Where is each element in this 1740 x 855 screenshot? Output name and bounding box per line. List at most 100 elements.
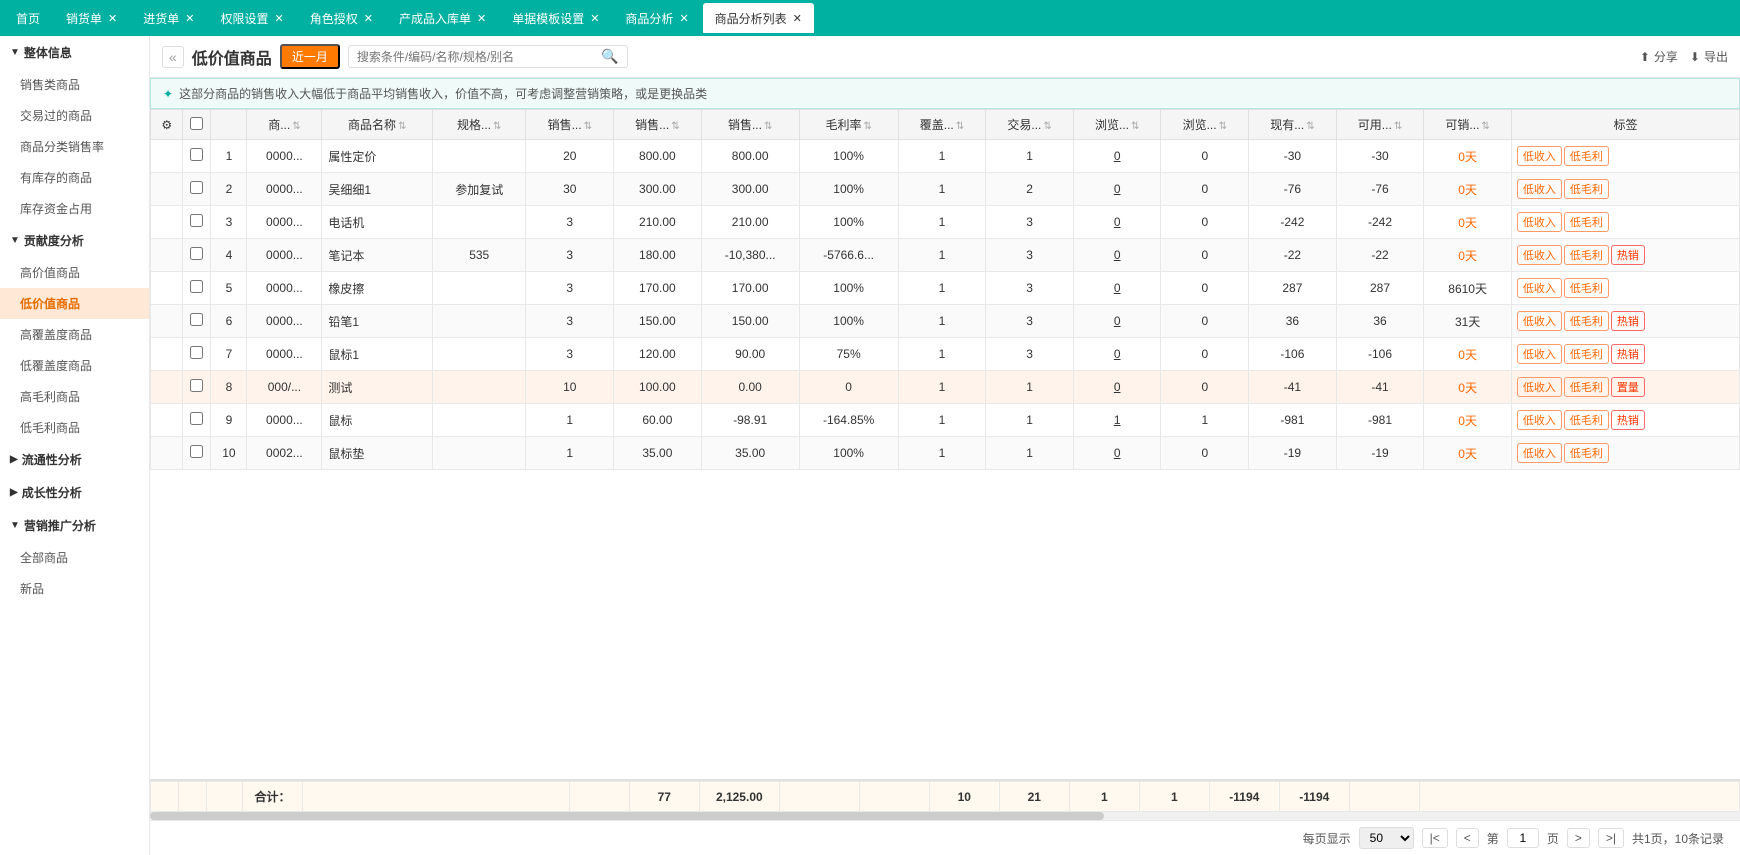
- tab-goods-analysis[interactable]: 商品分析 ✕: [613, 3, 700, 33]
- first-page-button[interactable]: |<: [1422, 828, 1448, 848]
- cover-col-header[interactable]: 覆盖...⇅: [898, 110, 986, 140]
- period-button[interactable]: 近一月: [280, 44, 340, 69]
- row-browse1[interactable]: 0: [1073, 371, 1161, 404]
- row-checkbox[interactable]: [183, 404, 211, 437]
- share-button[interactable]: ⬆ 分享: [1640, 48, 1678, 65]
- close-icon[interactable]: ✕: [364, 12, 373, 25]
- sidebar-item-category-sales-rate[interactable]: 商品分类销售率: [0, 131, 149, 162]
- page-size-select[interactable]: 50 100: [1359, 827, 1414, 849]
- row-browse1[interactable]: 0: [1073, 206, 1161, 239]
- row-checkbox[interactable]: [183, 338, 211, 371]
- last-page-button[interactable]: >|: [1598, 828, 1624, 848]
- tab-finished-goods[interactable]: 产成品入库单 ✕: [387, 3, 498, 33]
- sidebar-item-inventory-funds[interactable]: 库存资金占用: [0, 193, 149, 224]
- sidebar-section-growth[interactable]: ▶ 成长性分析: [0, 476, 149, 509]
- name-col-header[interactable]: 商品名称⇅: [322, 110, 433, 140]
- browse1-link[interactable]: 0: [1114, 215, 1121, 229]
- trade-col-header[interactable]: 交易...⇅: [986, 110, 1074, 140]
- checkbox-col-header[interactable]: [183, 110, 211, 140]
- sidebar-item-stock-goods[interactable]: 有库存的商品: [0, 162, 149, 193]
- row-browse1[interactable]: 0: [1073, 338, 1161, 371]
- row-browse1[interactable]: 1: [1073, 404, 1161, 437]
- sidebar-item-traded-goods[interactable]: 交易过的商品: [0, 100, 149, 131]
- tab-template-settings[interactable]: 单据模板设置 ✕: [500, 3, 611, 33]
- table-container[interactable]: ⚙ 商...⇅ 商品名称⇅ 规格...⇅ 销售...⇅ 销售...⇅ 销售...…: [150, 109, 1740, 779]
- sidebar-section-circulation[interactable]: ▶ 流通性分析: [0, 443, 149, 476]
- settings-col-header[interactable]: ⚙: [151, 110, 183, 140]
- close-icon[interactable]: ✕: [108, 12, 117, 25]
- close-icon[interactable]: ✕: [477, 12, 486, 25]
- available-col-header[interactable]: 可用...⇅: [1336, 110, 1424, 140]
- row-browse1[interactable]: 0: [1073, 437, 1161, 470]
- sidebar-section-marketing[interactable]: ▼ 营销推广分析: [0, 509, 149, 542]
- sidebar-item-sales-goods[interactable]: 销售类商品: [0, 69, 149, 100]
- select-all-checkbox[interactable]: [190, 117, 203, 130]
- tab-home[interactable]: 首页: [4, 3, 52, 33]
- row-checkbox[interactable]: [183, 206, 211, 239]
- code-col-header[interactable]: 商...⇅: [247, 110, 322, 140]
- close-icon[interactable]: ✕: [185, 12, 194, 25]
- row-checkbox[interactable]: [183, 239, 211, 272]
- next-page-button[interactable]: >: [1567, 828, 1590, 848]
- row-browse1[interactable]: 0: [1073, 305, 1161, 338]
- tab-role-auth[interactable]: 角色授权 ✕: [298, 3, 385, 33]
- current-stock-col-header[interactable]: 现有...⇅: [1249, 110, 1337, 140]
- browse1-link[interactable]: 0: [1114, 281, 1121, 295]
- browse1-link[interactable]: 0: [1114, 446, 1121, 460]
- sidebar-item-all-goods[interactable]: 全部商品: [0, 542, 149, 573]
- tab-purchase-order[interactable]: 进货单 ✕: [131, 3, 206, 33]
- browse1-link[interactable]: 0: [1114, 380, 1121, 394]
- sales-amt-col-header[interactable]: 销售...⇅: [614, 110, 702, 140]
- sidebar-item-high-margin[interactable]: 高毛利商品: [0, 381, 149, 412]
- browse2-col-header[interactable]: 浏览...⇅: [1161, 110, 1249, 140]
- row-checkbox-input[interactable]: [190, 280, 203, 293]
- sidebar-section-overall[interactable]: ▼ 整体信息: [0, 36, 149, 69]
- browse1-link[interactable]: 1: [1114, 413, 1121, 427]
- row-checkbox[interactable]: [183, 371, 211, 404]
- sidebar-item-high-coverage[interactable]: 高覆盖度商品: [0, 319, 149, 350]
- sidebar-section-contribution[interactable]: ▼ 贡献度分析: [0, 224, 149, 257]
- sidebar-item-low-margin[interactable]: 低毛利商品: [0, 412, 149, 443]
- browse1-link[interactable]: 0: [1114, 182, 1121, 196]
- browse1-col-header[interactable]: 浏览...⇅: [1073, 110, 1161, 140]
- tab-permission-settings[interactable]: 权限设置 ✕: [208, 3, 295, 33]
- row-browse1[interactable]: 0: [1073, 239, 1161, 272]
- page-input[interactable]: [1507, 828, 1539, 848]
- row-checkbox-input[interactable]: [190, 379, 203, 392]
- search-input[interactable]: [357, 50, 598, 64]
- sidebar-item-high-value[interactable]: 高价值商品: [0, 257, 149, 288]
- spec-col-header[interactable]: 规格...⇅: [432, 110, 526, 140]
- sidebar-item-low-value[interactable]: 低价值商品: [0, 288, 149, 319]
- row-browse1[interactable]: 0: [1073, 140, 1161, 173]
- row-browse1[interactable]: 0: [1073, 173, 1161, 206]
- saleable-col-header[interactable]: 可销...⇅: [1424, 110, 1512, 140]
- horizontal-scrollbar[interactable]: [150, 812, 1740, 820]
- row-checkbox-input[interactable]: [190, 412, 203, 425]
- row-checkbox-input[interactable]: [190, 148, 203, 161]
- row-checkbox-input[interactable]: [190, 181, 203, 194]
- close-icon[interactable]: ✕: [679, 12, 688, 25]
- row-checkbox[interactable]: [183, 437, 211, 470]
- row-checkbox[interactable]: [183, 140, 211, 173]
- tab-goods-analysis-list[interactable]: 商品分析列表 ✕: [703, 3, 814, 33]
- collapse-button[interactable]: «: [162, 46, 184, 68]
- sidebar-item-low-coverage[interactable]: 低覆盖度商品: [0, 350, 149, 381]
- row-checkbox[interactable]: [183, 173, 211, 206]
- row-checkbox[interactable]: [183, 272, 211, 305]
- close-icon[interactable]: ✕: [793, 12, 802, 25]
- close-icon[interactable]: ✕: [590, 12, 599, 25]
- export-button[interactable]: ⬇ 导出: [1690, 48, 1728, 65]
- tags-col-header[interactable]: 标签: [1511, 110, 1739, 140]
- row-browse1[interactable]: 0: [1073, 272, 1161, 305]
- browse1-link[interactable]: 0: [1114, 347, 1121, 361]
- prev-page-button[interactable]: <: [1456, 828, 1479, 848]
- row-checkbox-input[interactable]: [190, 247, 203, 260]
- gross-rate-col-header[interactable]: 毛利率⇅: [799, 110, 898, 140]
- browse1-link[interactable]: 0: [1114, 248, 1121, 262]
- browse1-link[interactable]: 0: [1114, 314, 1121, 328]
- row-checkbox-input[interactable]: [190, 313, 203, 326]
- tab-sales-order[interactable]: 销货单 ✕: [54, 3, 129, 33]
- close-icon[interactable]: ✕: [275, 12, 284, 25]
- row-checkbox-input[interactable]: [190, 445, 203, 458]
- browse1-link[interactable]: 0: [1114, 149, 1121, 163]
